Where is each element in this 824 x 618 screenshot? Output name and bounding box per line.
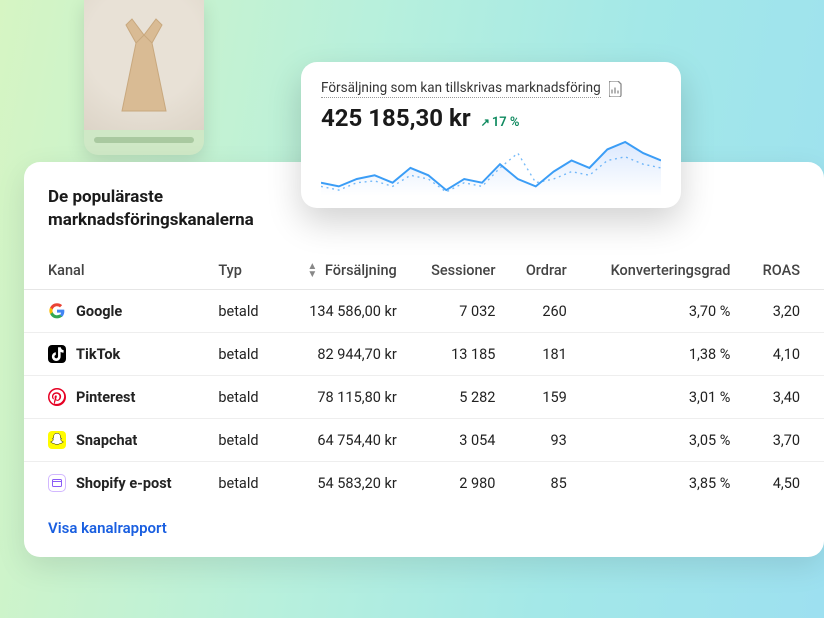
channel-name: Shopify e-post bbox=[76, 475, 172, 492]
cell-konvertering: 3,05 % bbox=[577, 419, 741, 462]
cell-sessioner: 3 054 bbox=[407, 419, 506, 462]
table-row[interactable]: Pinterest betald78 115,80 kr5 2821593,01 … bbox=[24, 376, 824, 419]
stat-delta-value: 17 % bbox=[492, 115, 520, 130]
cell-roas: 4,10 bbox=[740, 333, 824, 376]
product-caption-placeholder bbox=[94, 137, 194, 143]
sort-icon: ▲▼ bbox=[307, 263, 317, 279]
cell-ordrar: 93 bbox=[505, 419, 576, 462]
cell-ordrar: 159 bbox=[505, 376, 576, 419]
cell-ordrar: 181 bbox=[505, 333, 576, 376]
product-image bbox=[84, 0, 204, 130]
col-typ[interactable]: Typ bbox=[208, 254, 278, 290]
cell-typ: betald bbox=[208, 376, 278, 419]
cell-typ: betald bbox=[208, 333, 278, 376]
table-row[interactable]: Snapchat betald64 754,40 kr3 054933,05 %3… bbox=[24, 419, 824, 462]
attributed-sales-card: Försäljning som kan tillskrivas marknads… bbox=[301, 62, 681, 208]
cell-sessioner: 7 032 bbox=[407, 290, 506, 333]
cell-roas: 3,20 bbox=[740, 290, 824, 333]
trend-up-icon: ↗ bbox=[481, 116, 490, 129]
channel-name: Google bbox=[76, 303, 122, 320]
cell-forsaljning: 64 754,40 kr bbox=[279, 419, 407, 462]
view-channel-report-link[interactable]: Visa kanalrapport bbox=[48, 519, 167, 537]
cell-ordrar: 260 bbox=[505, 290, 576, 333]
cell-forsaljning: 54 583,20 kr bbox=[279, 462, 407, 505]
col-forsaljning[interactable]: ▲▼ Försäljning bbox=[279, 254, 407, 290]
table-row[interactable]: TikTok betald82 944,70 kr13 1851811,38 %4… bbox=[24, 333, 824, 376]
cell-sessioner: 13 185 bbox=[407, 333, 506, 376]
stat-title: Försäljning som kan tillskrivas marknads… bbox=[321, 80, 601, 98]
col-roas[interactable]: ROAS bbox=[740, 254, 824, 290]
cell-konvertering: 1,38 % bbox=[577, 333, 741, 376]
cell-roas: 3,40 bbox=[740, 376, 824, 419]
cell-forsaljning: 78 115,80 kr bbox=[279, 376, 407, 419]
table-row[interactable]: Google betald134 586,00 kr7 0322603,70 %3… bbox=[24, 290, 824, 333]
cell-konvertering: 3,01 % bbox=[577, 376, 741, 419]
cell-forsaljning: 134 586,00 kr bbox=[279, 290, 407, 333]
channel-name: TikTok bbox=[76, 346, 120, 363]
cell-sessioner: 2 980 bbox=[407, 462, 506, 505]
col-ordrar[interactable]: Ordrar bbox=[505, 254, 576, 290]
cell-sessioner: 5 282 bbox=[407, 376, 506, 419]
dress-illustration bbox=[114, 15, 174, 115]
sales-sparkline bbox=[321, 138, 661, 196]
channels-title: De populäraste marknadsföringskanalerna bbox=[24, 186, 324, 232]
stat-value: 425 185,30 kr bbox=[321, 104, 471, 132]
cell-typ: betald bbox=[208, 290, 278, 333]
report-icon[interactable] bbox=[609, 81, 623, 97]
shopify-icon bbox=[48, 474, 66, 492]
col-forsaljning-label: Försäljning bbox=[325, 262, 397, 279]
snapchat-icon bbox=[48, 431, 66, 449]
cell-ordrar: 85 bbox=[505, 462, 576, 505]
cell-roas: 3,70 bbox=[740, 419, 824, 462]
pinterest-icon bbox=[48, 388, 66, 406]
cell-typ: betald bbox=[208, 419, 278, 462]
cell-typ: betald bbox=[208, 462, 278, 505]
table-row[interactable]: Shopify e-post betald54 583,20 kr2 980853… bbox=[24, 462, 824, 505]
channel-name: Snapchat bbox=[76, 432, 137, 449]
tiktok-icon bbox=[48, 345, 66, 363]
cell-roas: 4,50 bbox=[740, 462, 824, 505]
channels-table: Kanal Typ ▲▼ Försäljning Sessioner Ordra… bbox=[24, 254, 824, 504]
col-kanal[interactable]: Kanal bbox=[24, 254, 208, 290]
col-konvertering[interactable]: Konverteringsgrad bbox=[577, 254, 741, 290]
product-preview-card bbox=[84, 0, 204, 155]
stat-delta: ↗ 17 % bbox=[481, 115, 520, 130]
col-sessioner[interactable]: Sessioner bbox=[407, 254, 506, 290]
channel-name: Pinterest bbox=[76, 389, 135, 406]
google-icon bbox=[48, 302, 66, 320]
cell-forsaljning: 82 944,70 kr bbox=[279, 333, 407, 376]
cell-konvertering: 3,85 % bbox=[577, 462, 741, 505]
cell-konvertering: 3,70 % bbox=[577, 290, 741, 333]
top-channels-card: De populäraste marknadsföringskanalerna … bbox=[24, 162, 824, 557]
